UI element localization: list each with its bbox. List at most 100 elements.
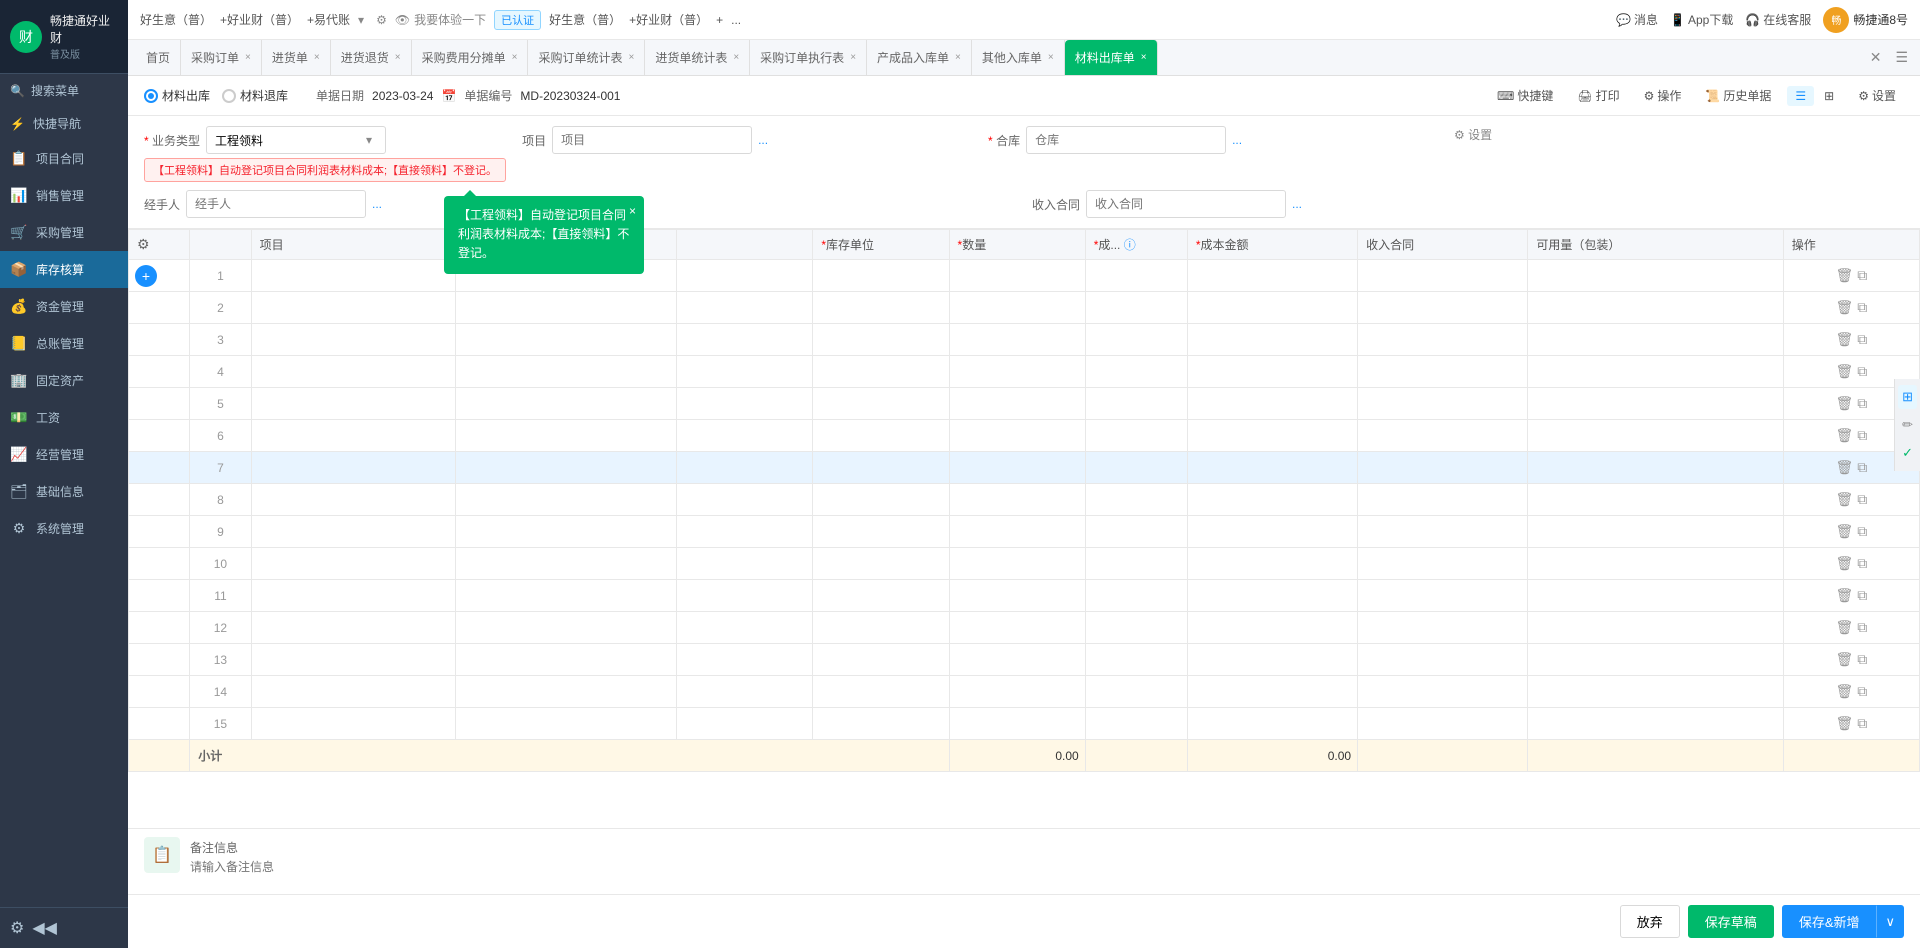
row-1-income-contract[interactable] [1358, 260, 1528, 292]
row-15-income-contract[interactable] [1358, 708, 1528, 740]
operate-btn[interactable]: ⚙ 操作 [1636, 84, 1690, 107]
add-row-btn[interactable]: + [135, 265, 157, 287]
row-9-material[interactable] [455, 516, 676, 548]
row-7-spec[interactable] [677, 452, 813, 484]
row-11-material[interactable] [455, 580, 676, 612]
row-5-unit[interactable] [813, 388, 949, 420]
tab-home[interactable]: 首页 [136, 40, 181, 75]
tab-other-receipt[interactable]: 其他入库单× [972, 40, 1065, 75]
row-4-copy-icon[interactable]: ⧉ [1857, 363, 1867, 380]
row-11-project[interactable] [251, 580, 455, 612]
sidebar-item-inventory[interactable]: 📦 库存核算 [0, 251, 128, 288]
note-icon[interactable]: 📋 [144, 837, 180, 873]
sidebar-item-purchase[interactable]: 🛒 采购管理 [0, 214, 128, 251]
row-4-spec[interactable] [677, 356, 813, 388]
row-5-delete-icon[interactable]: 🗑 [1835, 395, 1853, 412]
row-2-unit[interactable] [813, 292, 949, 324]
date-value[interactable]: 2023-03-24 [372, 89, 433, 103]
row-8-delete-icon[interactable]: 🗑 [1835, 491, 1853, 508]
row-1-copy-icon[interactable]: ⧉ [1857, 267, 1867, 284]
sidebar-item-salary[interactable]: 💵 工资 [0, 399, 128, 436]
row-9-available[interactable] [1528, 516, 1783, 548]
warehouse-dots[interactable]: ... [1232, 133, 1242, 147]
row-4-delete-icon[interactable]: 🗑 [1835, 363, 1853, 380]
row-9-spec[interactable] [677, 516, 813, 548]
row-3-delete-icon[interactable]: 🗑 [1835, 331, 1853, 348]
tab-purchase-exec-close[interactable]: × [850, 52, 856, 63]
row-6-copy-icon[interactable]: ⧉ [1857, 427, 1867, 444]
row-11-income-contract[interactable] [1358, 580, 1528, 612]
history-btn[interactable]: 📜 历史单据 [1697, 84, 1779, 107]
row-6-available[interactable] [1528, 420, 1783, 452]
sidebar-item-asset[interactable]: 🏢 固定资产 [0, 362, 128, 399]
tab-goods-return-close[interactable]: × [395, 52, 401, 63]
tab-purchase-stats[interactable]: 采购订单统计表× [528, 40, 645, 75]
topbar-nav-more[interactable]: ... [731, 13, 741, 27]
row-11-delete-icon[interactable]: 🗑 [1835, 587, 1853, 604]
row-10-delete-icon[interactable]: 🗑 [1835, 555, 1853, 572]
row-8-project[interactable] [251, 484, 455, 516]
sidebar-item-finance[interactable]: 💰 资金管理 [0, 288, 128, 325]
row-11-spec[interactable] [677, 580, 813, 612]
row-5-quantity[interactable] [949, 388, 1085, 420]
sidebar-collapse-icon[interactable]: ◀◀ [32, 918, 57, 938]
right-panel-edit-icon[interactable]: ✏ [1898, 413, 1917, 437]
row-13-available[interactable] [1528, 644, 1783, 676]
note-input[interactable] [190, 858, 1904, 886]
row-10-material[interactable] [455, 548, 676, 580]
row-9-copy-icon[interactable]: ⧉ [1857, 523, 1867, 540]
row-15-cost-amount[interactable] [1187, 708, 1357, 740]
row-13-material[interactable] [455, 644, 676, 676]
row-4-cost-amount[interactable] [1187, 356, 1357, 388]
row-14-delete-icon[interactable]: 🗑 [1835, 683, 1853, 700]
row-14-material[interactable] [455, 676, 676, 708]
row-1-available[interactable] [1528, 260, 1783, 292]
row-15-project[interactable] [251, 708, 455, 740]
row-6-cost-amount[interactable] [1187, 420, 1357, 452]
row-12-unit[interactable] [813, 612, 949, 644]
row-2-cost-amount[interactable] [1187, 292, 1357, 324]
row-10-available[interactable] [1528, 548, 1783, 580]
row-4-material[interactable] [455, 356, 676, 388]
topbar-nav-good-wealth[interactable]: +好业财（普） [220, 11, 299, 28]
row-13-spec[interactable] [677, 644, 813, 676]
tab-purchase-order[interactable]: 采购订单× [181, 40, 262, 75]
tab-list-icon[interactable]: ☰ [1891, 47, 1912, 68]
row-7-copy-icon[interactable]: ⧉ [1857, 459, 1867, 476]
row-8-copy-icon[interactable]: ⧉ [1857, 491, 1867, 508]
sidebar-settings-icon[interactable]: ⚙ [10, 918, 24, 938]
row-6-unit[interactable] [813, 420, 949, 452]
row-3-copy-icon[interactable]: ⧉ [1857, 331, 1867, 348]
row-9-delete-icon[interactable]: 🗑 [1835, 523, 1853, 540]
row-3-quantity[interactable] [949, 324, 1085, 356]
tab-purchase-stats-close[interactable]: × [628, 52, 634, 63]
row-15-quantity[interactable] [949, 708, 1085, 740]
row-3-cost-amount[interactable] [1187, 324, 1357, 356]
row-2-material[interactable] [455, 292, 676, 324]
row-2-available[interactable] [1528, 292, 1783, 324]
row-1-cost[interactable] [1085, 260, 1187, 292]
row-2-income-contract[interactable] [1358, 292, 1528, 324]
row-4-unit[interactable] [813, 356, 949, 388]
user-menu[interactable]: 畅 畅捷通8号 [1823, 7, 1908, 33]
row-8-unit[interactable] [813, 484, 949, 516]
row-7-available[interactable] [1528, 452, 1783, 484]
income-contract-dots[interactable]: ... [1292, 197, 1302, 211]
sidebar-item-ledger[interactable]: 📒 总账管理 [0, 325, 128, 362]
row-8-cost[interactable] [1085, 484, 1187, 516]
row-12-cost-amount[interactable] [1187, 612, 1357, 644]
row-1-spec[interactable] [677, 260, 813, 292]
row-7-project[interactable] [251, 452, 455, 484]
row-12-spec[interactable] [677, 612, 813, 644]
row-2-cost[interactable] [1085, 292, 1187, 324]
right-panel-grid-icon[interactable]: ⊞ [1898, 385, 1917, 409]
cost-info-icon[interactable]: ⓘ [1124, 238, 1136, 252]
row-9-quantity[interactable] [949, 516, 1085, 548]
tab-material-out-close[interactable]: × [1141, 52, 1147, 63]
save-draft-button[interactable]: 保存草稿 [1688, 905, 1774, 938]
row-5-cost-amount[interactable] [1187, 388, 1357, 420]
topbar-nav-dropdown-icon[interactable]: ▾ [358, 13, 364, 27]
row-15-spec[interactable] [677, 708, 813, 740]
handler-dots[interactable]: ... [372, 197, 382, 211]
row-13-quantity[interactable] [949, 644, 1085, 676]
